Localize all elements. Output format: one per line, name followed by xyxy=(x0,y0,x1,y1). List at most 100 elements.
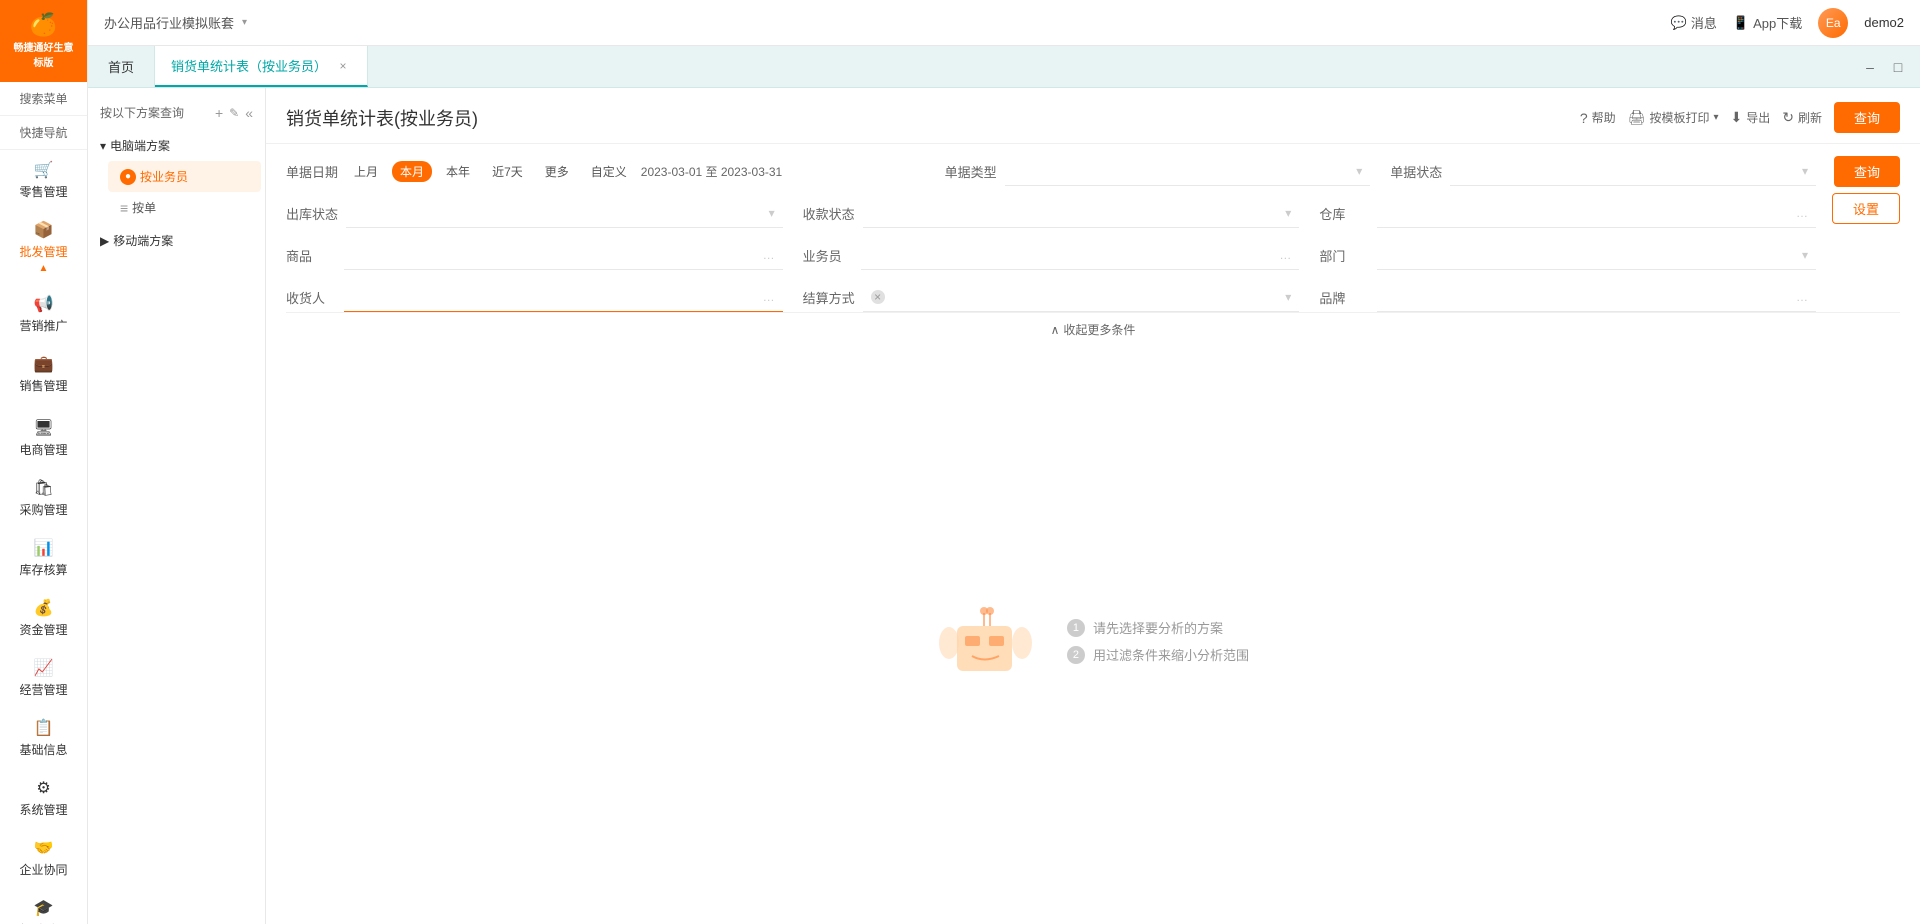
app-logo-text: 畅捷通好生意 标版 xyxy=(14,43,74,69)
goods-label: 商品 xyxy=(286,246,336,265)
inventory-icon: 📊 xyxy=(34,538,54,558)
ecommerce-label: 电商管理 xyxy=(19,441,67,458)
refresh-button[interactable]: ↻ 刷新 xyxy=(1782,109,1822,126)
empty-tip-1: 1 请先选择要分析的方案 xyxy=(1067,618,1249,637)
sidebar-item-marketing[interactable]: 📢 营销推广 xyxy=(0,284,87,344)
right-panel: 销货单统计表(按业务员) ? 帮助 🖨 按模板打印 ▾ ⬇ 导出 xyxy=(266,88,1920,924)
brand-input[interactable]: … xyxy=(1377,282,1816,312)
sidebar-item-purchase[interactable]: 🛍 采购管理 xyxy=(0,468,87,528)
empty-illustration xyxy=(937,591,1037,691)
message-button[interactable]: 💬 消息 xyxy=(1671,13,1717,32)
username-label[interactable]: demo2 xyxy=(1864,15,1904,30)
salesperson-label: 业务员 xyxy=(803,246,853,265)
tab-home-label: 首页 xyxy=(108,57,134,76)
sidebar-item-retail[interactable]: 🛒 零售管理 xyxy=(0,150,87,210)
date-btn-last-month[interactable]: 上月 xyxy=(346,161,386,182)
mobile-scheme-title[interactable]: ▶ 移动端方案 xyxy=(88,226,265,255)
empty-state: 1 请先选择要分析的方案 2 用过滤条件来缩小分析范围 xyxy=(266,358,1920,924)
department-label: 部门 xyxy=(1319,246,1369,265)
template-print-button[interactable]: 🖨 按模板打印 ▾ xyxy=(1628,109,1719,126)
desktop-scheme-title[interactable]: ▾ 电脑端方案 xyxy=(88,131,265,160)
setting-button[interactable]: 设置 xyxy=(1832,193,1900,224)
query-submit-button[interactable]: 查询 xyxy=(1834,156,1900,187)
add-scheme-button[interactable]: + xyxy=(215,105,223,121)
date-btn-this-month[interactable]: 本月 xyxy=(392,161,432,182)
maximize-button[interactable]: □ xyxy=(1886,55,1910,79)
sidebar-item-operations[interactable]: 📈 经营管理 xyxy=(0,648,87,708)
settlement-arrow: ▾ xyxy=(1285,290,1291,304)
sidebar-item-ecommerce[interactable]: 🖥 电商管理 xyxy=(0,408,87,468)
search-menu[interactable]: 搜索菜单 xyxy=(0,82,87,116)
message-icon: 💬 xyxy=(1671,15,1687,31)
help-button[interactable]: ? 帮助 xyxy=(1580,109,1616,126)
account-dropdown-icon[interactable]: ▾ xyxy=(242,17,247,28)
sidebar-item-wholesale[interactable]: 📦 批发管理 ▲ xyxy=(0,210,87,284)
settlement-input[interactable]: × ▾ xyxy=(863,282,1300,312)
page-actions: ? 帮助 🖨 按模板打印 ▾ ⬇ 导出 ↻ 刷新 xyxy=(1580,102,1900,133)
main-wrapper: 办公用品行业模拟账套 ▾ 💬 消息 📱 App下载 Ea demo2 首页 销货… xyxy=(88,0,1920,924)
doc-type-input[interactable]: ▾ xyxy=(1005,156,1371,186)
goods-input[interactable]: … xyxy=(344,240,783,270)
sidebar-item-inventory[interactable]: 📊 库存核算 xyxy=(0,528,87,588)
app-download-button[interactable]: 📱 App下载 xyxy=(1733,13,1802,32)
panel-header: 按以下方案查询 + ✎ « xyxy=(88,98,265,127)
tab-home[interactable]: 首页 xyxy=(88,46,155,87)
date-btn-7days[interactable]: 近7天 xyxy=(484,161,531,182)
date-btn-this-year[interactable]: 本年 xyxy=(438,161,478,182)
content-area: 按以下方案查询 + ✎ « ▾ 电脑端方案 ● 按业务员 xyxy=(88,88,1920,924)
date-range-display: 2023-03-01 至 2023-03-31 xyxy=(641,163,782,180)
wholesale-label: 批发管理 xyxy=(19,243,67,260)
header-right: 💬 消息 📱 App下载 Ea demo2 xyxy=(1671,8,1904,38)
export-label: 导出 xyxy=(1746,109,1770,126)
filter-item-doc-type: 单据类型 ▾ xyxy=(945,156,1371,186)
scheme-item-by-order[interactable]: ≡ 按单 xyxy=(108,193,261,222)
minimize-button[interactable]: – xyxy=(1858,55,1882,79)
quick-nav[interactable]: 快捷导航 xyxy=(0,116,87,150)
export-button[interactable]: ⬇ 导出 xyxy=(1730,109,1770,126)
query-button[interactable]: 查询 xyxy=(1834,102,1900,133)
scheme-item-salesperson-label: 按业务员 xyxy=(140,168,188,185)
empty-text: 1 请先选择要分析的方案 2 用过滤条件来缩小分析范围 xyxy=(1067,618,1249,664)
receipt-status-arrow: ▾ xyxy=(1285,206,1291,220)
sidebar-item-enterprise[interactable]: 🤝 企业协同 xyxy=(0,828,87,888)
collapse-filter-button[interactable]: ∧ 收起更多条件 xyxy=(1051,321,1136,338)
receiver-input[interactable]: … xyxy=(344,282,783,312)
sidebar-item-finance[interactable]: 💰 资金管理 xyxy=(0,588,87,648)
tab-close-button[interactable]: × xyxy=(335,58,351,74)
tab-sales-stats[interactable]: 销货单统计表（按业务员） × xyxy=(155,46,368,87)
settlement-label: 结算方式 xyxy=(803,288,855,307)
collapse-panel-button[interactable]: « xyxy=(245,105,253,121)
marketing-icon: 📢 xyxy=(34,294,54,314)
sidebar-item-sales[interactable]: 💼 销售管理 xyxy=(0,344,87,404)
department-input[interactable]: ▾ xyxy=(1377,240,1816,270)
sidebar-item-system[interactable]: ⚙ 系统管理 xyxy=(0,768,87,828)
header-left: 办公用品行业模拟账套 ▾ xyxy=(104,13,247,32)
sidebar-item-basic[interactable]: 📋 基础信息 xyxy=(0,708,87,768)
app-logo[interactable]: 🍊 畅捷通好生意 标版 xyxy=(0,0,88,82)
panel-header-label: 按以下方案查询 xyxy=(100,104,184,121)
settlement-clear[interactable]: × xyxy=(871,290,885,304)
tip-1-text: 请先选择要分析的方案 xyxy=(1093,618,1223,637)
page-title: 销货单统计表(按业务员) xyxy=(286,105,478,131)
edit-scheme-button[interactable]: ✎ xyxy=(229,106,239,120)
collapse-bar: ∧ 收起更多条件 xyxy=(286,312,1900,346)
doc-status-arrow: ▾ xyxy=(1802,164,1808,178)
top-header: 办公用品行业模拟账套 ▾ 💬 消息 📱 App下载 Ea demo2 xyxy=(88,0,1920,46)
receipt-status-input[interactable]: ▾ xyxy=(863,198,1300,228)
warehouse-input[interactable]: … xyxy=(1377,198,1816,228)
doc-status-input[interactable]: ▾ xyxy=(1450,156,1816,186)
refresh-icon: ↻ xyxy=(1782,109,1794,126)
user-avatar[interactable]: Ea xyxy=(1818,8,1848,38)
scheme-item-by-salesperson[interactable]: ● 按业务员 xyxy=(108,161,261,192)
sidebar-item-newbie[interactable]: 🎓 新手引导 xyxy=(0,888,87,924)
app-download-label: App下载 xyxy=(1753,13,1802,32)
filter-item-goods: 商品 … xyxy=(286,240,783,270)
filter-row-4: 收货人 … 结算方式 × ▾ xyxy=(286,282,1816,312)
date-btn-custom[interactable]: 自定义 xyxy=(583,161,635,182)
date-btn-more[interactable]: 更多 xyxy=(537,161,577,182)
doc-status-label: 单据状态 xyxy=(1390,162,1442,181)
mobile-arrow-icon: ▶ xyxy=(100,234,109,248)
out-status-input[interactable]: ▾ xyxy=(346,198,783,228)
print-icon: 🖨 xyxy=(1628,109,1646,126)
salesperson-input[interactable]: … xyxy=(861,240,1300,270)
